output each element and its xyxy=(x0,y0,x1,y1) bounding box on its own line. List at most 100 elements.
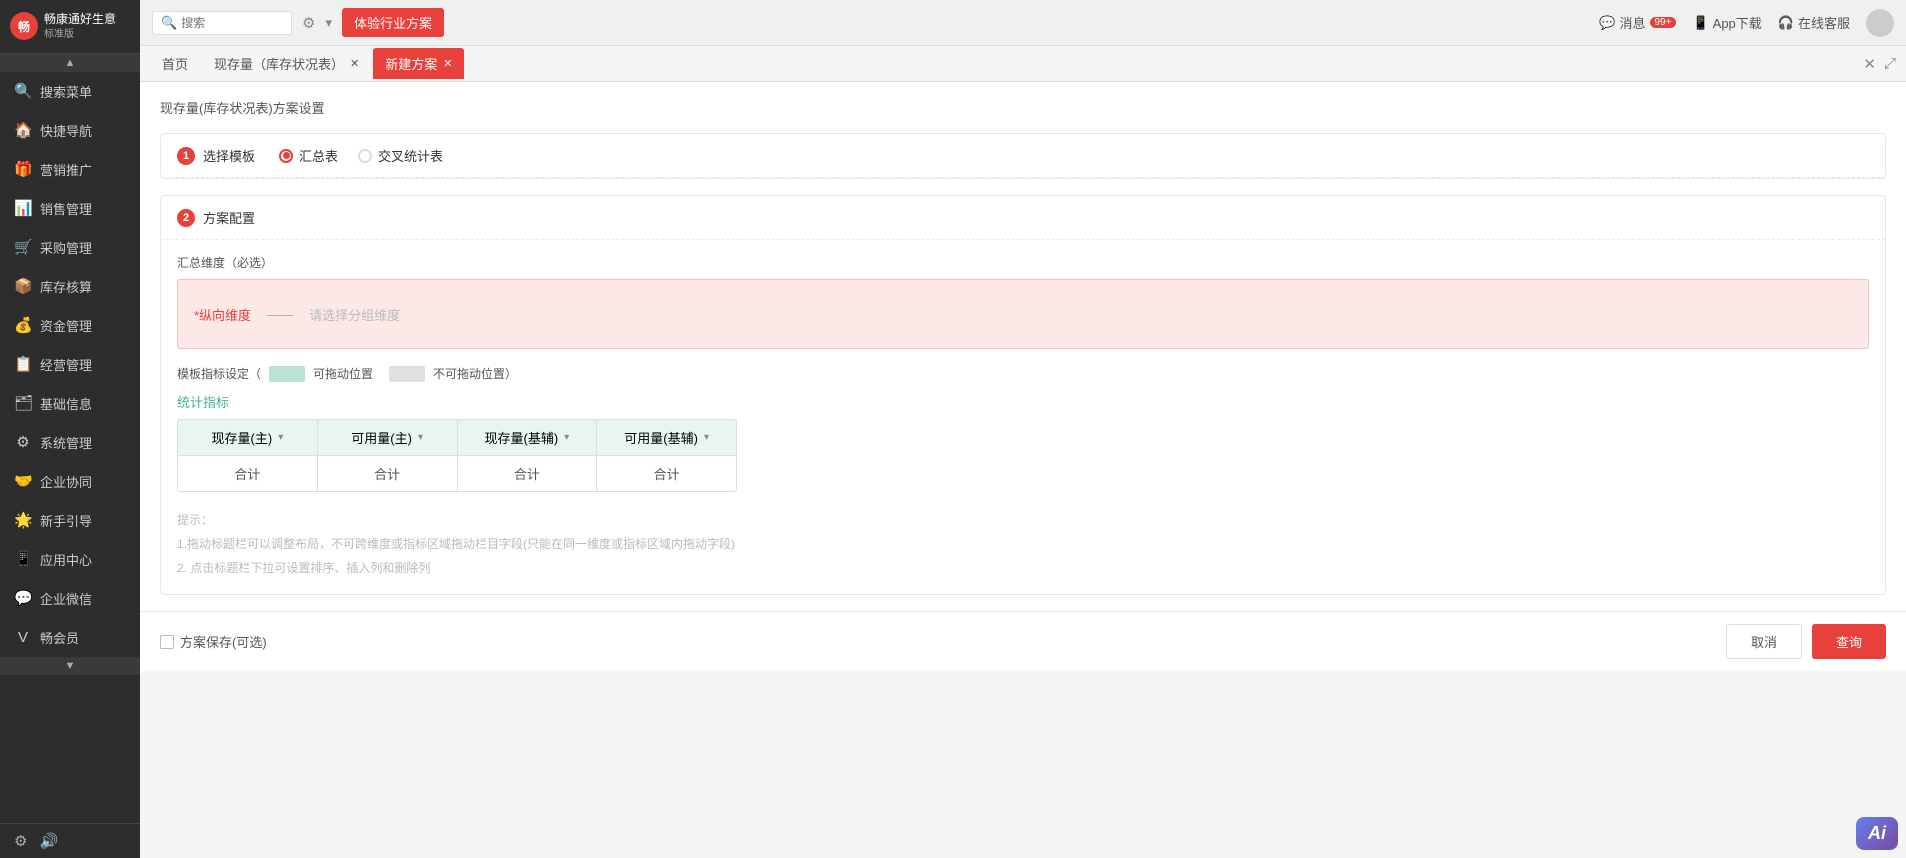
fixed-label: 不可拖动位置） xyxy=(433,365,517,382)
stats-col-2[interactable]: 现存量(基辅) ▾ xyxy=(458,420,598,455)
radio-summary[interactable]: 汇总表 xyxy=(279,146,338,165)
app-download-icon: 📱 xyxy=(1692,15,1708,31)
chat-icon: 💬 xyxy=(14,589,32,607)
sidebar-scroll-down[interactable]: ▼ xyxy=(0,657,140,675)
template-radio-group: 汇总表 交叉统计表 xyxy=(279,146,443,165)
sidebar-item-appcenter[interactable]: 📱 应用中心 xyxy=(0,540,140,579)
sound-icon[interactable]: 🔊 xyxy=(39,832,58,850)
app-logo: 畅 畅康通好生意 标准版 xyxy=(0,0,140,54)
ai-badge[interactable]: Ai xyxy=(1856,817,1898,850)
bottom-bar: 方案保存(可选) 取消 查询 xyxy=(140,611,1906,671)
stats-col-label-1: 可用量(主) xyxy=(351,428,412,447)
sidebar-item-marketing[interactable]: 🎁 营销推广 xyxy=(0,150,140,189)
user-avatar[interactable] xyxy=(1866,9,1894,37)
save-option-label: 方案保存(可选) xyxy=(180,632,267,651)
tips-title: 提示： xyxy=(177,513,213,527)
sidebar-item-inventory[interactable]: 📦 库存核算 xyxy=(0,267,140,306)
sidebar-item-label: 应用中心 xyxy=(40,550,92,569)
sidebar-item-quicknav[interactable]: 🏠 快捷导航 xyxy=(0,111,140,150)
sidebar-scroll-up[interactable]: ▲ xyxy=(0,54,140,72)
sidebar-item-purchase[interactable]: 🛒 采购管理 xyxy=(0,228,140,267)
bottom-actions: 取消 查询 xyxy=(1726,624,1886,659)
chevron-down-icon-2: ▾ xyxy=(564,432,569,443)
template-indicators-row: 模板指标设定（ 可拖动位置 不可拖动位置） xyxy=(177,365,1869,382)
movable-label: 可拖动位置 xyxy=(313,365,373,382)
sidebar-item-contract[interactable]: 🤝 企业协同 xyxy=(0,462,140,501)
dimension-arrow: —— xyxy=(267,307,293,322)
dimension-area[interactable]: *纵向维度 —— 请选择分组维度 xyxy=(177,279,1869,349)
section2-title: 方案配置 xyxy=(203,208,255,227)
industry-plan-button[interactable]: 体验行业方案 xyxy=(342,8,444,37)
sidebar-item-search[interactable]: 🔍 搜索菜单 xyxy=(0,72,140,111)
tab-home[interactable]: 首页 xyxy=(150,48,200,79)
radio-crosstab[interactable]: 交叉统计表 xyxy=(358,146,443,165)
save-checkbox[interactable] xyxy=(160,635,174,649)
main-area: 🔍 ⚙ ▾ 体验行业方案 💬 消息 99+ 📱 App下载 🎧 在线客服 xyxy=(140,0,1906,858)
stats-col-label-3: 可用量(基辅) xyxy=(624,428,698,447)
topbar: 🔍 ⚙ ▾ 体验行业方案 💬 消息 99+ 📱 App下载 🎧 在线客服 xyxy=(140,0,1906,46)
chevron-down-icon-0: ▾ xyxy=(278,432,283,443)
sidebar-item-newbie[interactable]: 🌟 新手引导 xyxy=(0,501,140,540)
indicator-label-prefix: 模板指标设定（ xyxy=(177,365,261,382)
topbar-gear-icon[interactable]: ⚙ xyxy=(302,14,315,32)
search-icon: 🔍 xyxy=(161,15,177,31)
sidebar-item-label: 搜索菜单 xyxy=(40,82,92,101)
box-icon: 📦 xyxy=(14,277,32,295)
sidebar-item-label: 畅会员 xyxy=(40,628,79,647)
sidebar-item-operations[interactable]: 📋 经营管理 xyxy=(0,345,140,384)
window-close-icon[interactable]: ✕ xyxy=(1863,55,1876,73)
template-indicator: 模板指标设定（ 可拖动位置 不可拖动位置） xyxy=(177,365,1869,382)
folder-icon: 🗂 xyxy=(14,394,32,412)
sidebar-item-member[interactable]: V 畅会员 xyxy=(0,618,140,657)
sidebar-item-label: 销售管理 xyxy=(40,199,92,218)
save-option: 方案保存(可选) xyxy=(160,632,267,651)
page-title: 现存量(库存状况表)方案设置 xyxy=(160,98,1886,117)
tip-2: 2. 点击标题栏下拉可设置排序、插入列和删除列 xyxy=(177,556,1869,580)
online-service-label: 在线客服 xyxy=(1798,13,1850,32)
sidebar-item-basic[interactable]: 🗂 基础信息 xyxy=(0,384,140,423)
search-input[interactable] xyxy=(181,16,281,30)
tabs-bar: 首页 现存量（库存状况表） ✕ 新建方案 ✕ ✕ ⤢ xyxy=(140,46,1906,82)
section2-num: 2 xyxy=(177,209,195,227)
app-download-item[interactable]: 📱 App下载 xyxy=(1692,13,1761,32)
section-template: 1 选择模板 汇总表 交叉统计表 xyxy=(160,133,1886,179)
online-service-item[interactable]: 🎧 在线客服 xyxy=(1778,13,1850,32)
sidebar-item-sales[interactable]: 📊 销售管理 xyxy=(0,189,140,228)
sidebar-item-label: 营销推广 xyxy=(40,160,92,179)
section1-header: 1 选择模板 汇总表 交叉统计表 xyxy=(161,134,1885,178)
messages-label: 消息 xyxy=(1619,13,1645,32)
cancel-button[interactable]: 取消 xyxy=(1726,624,1802,659)
movable-indicator xyxy=(269,366,305,382)
radio-summary-label: 汇总表 xyxy=(299,146,338,165)
radio-crosstab-circle xyxy=(358,149,372,163)
topbar-chevron[interactable]: ▾ xyxy=(325,15,332,31)
sidebar-item-finance[interactable]: 💰 资金管理 xyxy=(0,306,140,345)
messages-item[interactable]: 💬 消息 99+ xyxy=(1599,13,1676,32)
tab-new-plan-close[interactable]: ✕ xyxy=(443,57,452,70)
stats-col-0[interactable]: 现存量(主) ▾ xyxy=(178,420,318,455)
sidebar-item-label: 快捷导航 xyxy=(40,121,92,140)
tab-new-plan[interactable]: 新建方案 ✕ xyxy=(373,48,464,79)
tab-inventory-close[interactable]: ✕ xyxy=(350,57,359,70)
app-version: 标准版 xyxy=(44,28,116,41)
query-button[interactable]: 查询 xyxy=(1812,624,1886,659)
tab-new-plan-label: 新建方案 xyxy=(385,54,437,73)
gift-icon: 🎁 xyxy=(14,160,32,178)
topbar-search-box[interactable]: 🔍 xyxy=(152,11,292,35)
stats-col-1[interactable]: 可用量(主) ▾ xyxy=(318,420,458,455)
message-icon: 💬 xyxy=(1599,15,1615,31)
radio-summary-circle xyxy=(279,149,293,163)
section2-header: 2 方案配置 xyxy=(161,196,1885,240)
star-icon: 🌟 xyxy=(14,511,32,529)
settings-icon[interactable]: ⚙ xyxy=(14,832,27,850)
dimension-placeholder: 请选择分组维度 xyxy=(309,305,400,324)
sidebar-item-system[interactable]: ⚙ 系统管理 xyxy=(0,423,140,462)
sidebar-bottom: ⚙ 🔊 xyxy=(0,823,140,858)
window-expand-icon[interactable]: ⤢ xyxy=(1884,55,1896,72)
cart-icon: 🛒 xyxy=(14,238,32,256)
section1-title: 选择模板 xyxy=(203,146,255,165)
tab-inventory[interactable]: 现存量（库存状况表） ✕ xyxy=(202,48,371,79)
stats-label: 统计指标 xyxy=(177,392,1869,411)
stats-col-3[interactable]: 可用量(基辅) ▾ xyxy=(597,420,736,455)
sidebar-item-wechat[interactable]: 💬 企业微信 xyxy=(0,579,140,618)
